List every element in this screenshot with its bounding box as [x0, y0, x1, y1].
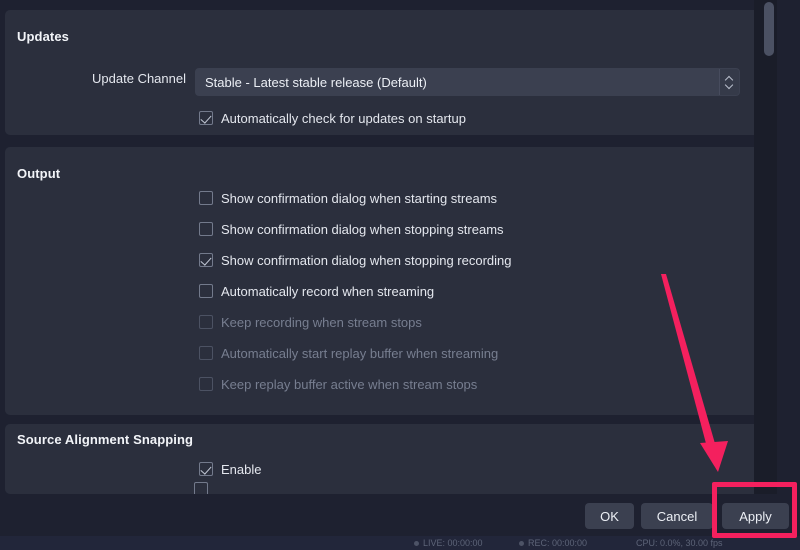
- checkbox-confirm-stop-stream[interactable]: Show confirmation dialog when stopping s…: [199, 220, 504, 238]
- checkbox-confirm-stop-recording[interactable]: Show confirmation dialog when stopping r…: [199, 251, 512, 269]
- cancel-button[interactable]: Cancel: [641, 503, 713, 529]
- chevron-down-icon: [726, 84, 733, 88]
- update-channel-value: Stable - Latest stable release (Default): [196, 75, 719, 90]
- section-title-updates: Updates: [17, 29, 69, 44]
- checkbox-label: Show confirmation dialog when stopping r…: [221, 253, 512, 268]
- update-channel-combobox[interactable]: Stable - Latest stable release (Default): [195, 68, 740, 96]
- dialog-button-bar: OK Cancel Apply: [0, 494, 800, 536]
- rec-status-dot-icon: [519, 541, 524, 546]
- checkbox-auto-record-when-streaming[interactable]: Automatically record when streaming: [199, 282, 434, 300]
- clipped-checkbox-below-fold: [194, 482, 208, 494]
- row-update-channel: Update Channel Stable - Latest stable re…: [5, 68, 775, 90]
- checkbox-box-icon: [199, 315, 213, 329]
- status-rec-text: REC: 00:00:00: [528, 538, 587, 548]
- label-update-channel: Update Channel: [92, 71, 186, 86]
- status-rec: REC: 00:00:00: [519, 538, 587, 548]
- section-source-alignment-snapping: Source Alignment Snapping Enable: [5, 424, 775, 494]
- checkbox-box-icon: [199, 253, 213, 267]
- checkbox-box-icon: [199, 377, 213, 391]
- status-live: LIVE: 00:00:00: [414, 538, 483, 548]
- checkbox-label: Automatically start replay buffer when s…: [221, 346, 498, 361]
- checkbox-label: Automatically record when streaming: [221, 284, 434, 299]
- checkbox-box-icon: [199, 284, 213, 298]
- status-live-text: LIVE: 00:00:00: [423, 538, 483, 548]
- checkbox-label: Automatically check for updates on start…: [221, 111, 466, 126]
- status-cpu: CPU: 0.0%, 30.00 fps: [636, 538, 723, 548]
- checkbox-label: Show confirmation dialog when stopping s…: [221, 222, 504, 237]
- checkbox-box-icon: [199, 191, 213, 205]
- chevron-up-icon: [726, 77, 733, 81]
- ok-button[interactable]: OK: [585, 503, 634, 529]
- checkbox-box-icon: [199, 111, 213, 125]
- settings-scroll-area[interactable]: Updates Update Channel Stable - Latest s…: [0, 0, 777, 494]
- checkbox-box-icon: [199, 346, 213, 360]
- checkbox-box-icon: [199, 462, 213, 476]
- live-status-dot-icon: [414, 541, 419, 546]
- section-title-output: Output: [17, 166, 60, 181]
- scrollbar-thumb[interactable]: [764, 2, 774, 56]
- checkbox-auto-start-replay-buffer: Automatically start replay buffer when s…: [199, 344, 498, 362]
- update-channel-spinner[interactable]: [719, 69, 739, 95]
- section-title-source-alignment-snapping: Source Alignment Snapping: [17, 432, 193, 447]
- vertical-scrollbar[interactable]: [754, 0, 777, 494]
- checkbox-label: Enable: [221, 462, 261, 477]
- checkbox-label: Show confirmation dialog when starting s…: [221, 191, 497, 206]
- section-output: Output Show confirmation dialog when sta…: [5, 147, 775, 415]
- obs-status-bar: LIVE: 00:00:00 REC: 00:00:00 CPU: 0.0%, …: [0, 536, 800, 550]
- checkbox-keep-recording-when-stream-stops: Keep recording when stream stops: [199, 313, 422, 331]
- apply-button[interactable]: Apply: [722, 503, 789, 529]
- checkbox-keep-replay-buffer-active: Keep replay buffer active when stream st…: [199, 375, 477, 393]
- section-updates: Updates Update Channel Stable - Latest s…: [5, 10, 775, 135]
- checkbox-snapping-enable[interactable]: Enable: [199, 460, 261, 478]
- checkbox-box-icon: [199, 222, 213, 236]
- checkbox-auto-check-updates[interactable]: Automatically check for updates on start…: [199, 109, 466, 127]
- checkbox-label: Keep recording when stream stops: [221, 315, 422, 330]
- checkbox-label: Keep replay buffer active when stream st…: [221, 377, 477, 392]
- checkbox-confirm-start-stream[interactable]: Show confirmation dialog when starting s…: [199, 189, 497, 207]
